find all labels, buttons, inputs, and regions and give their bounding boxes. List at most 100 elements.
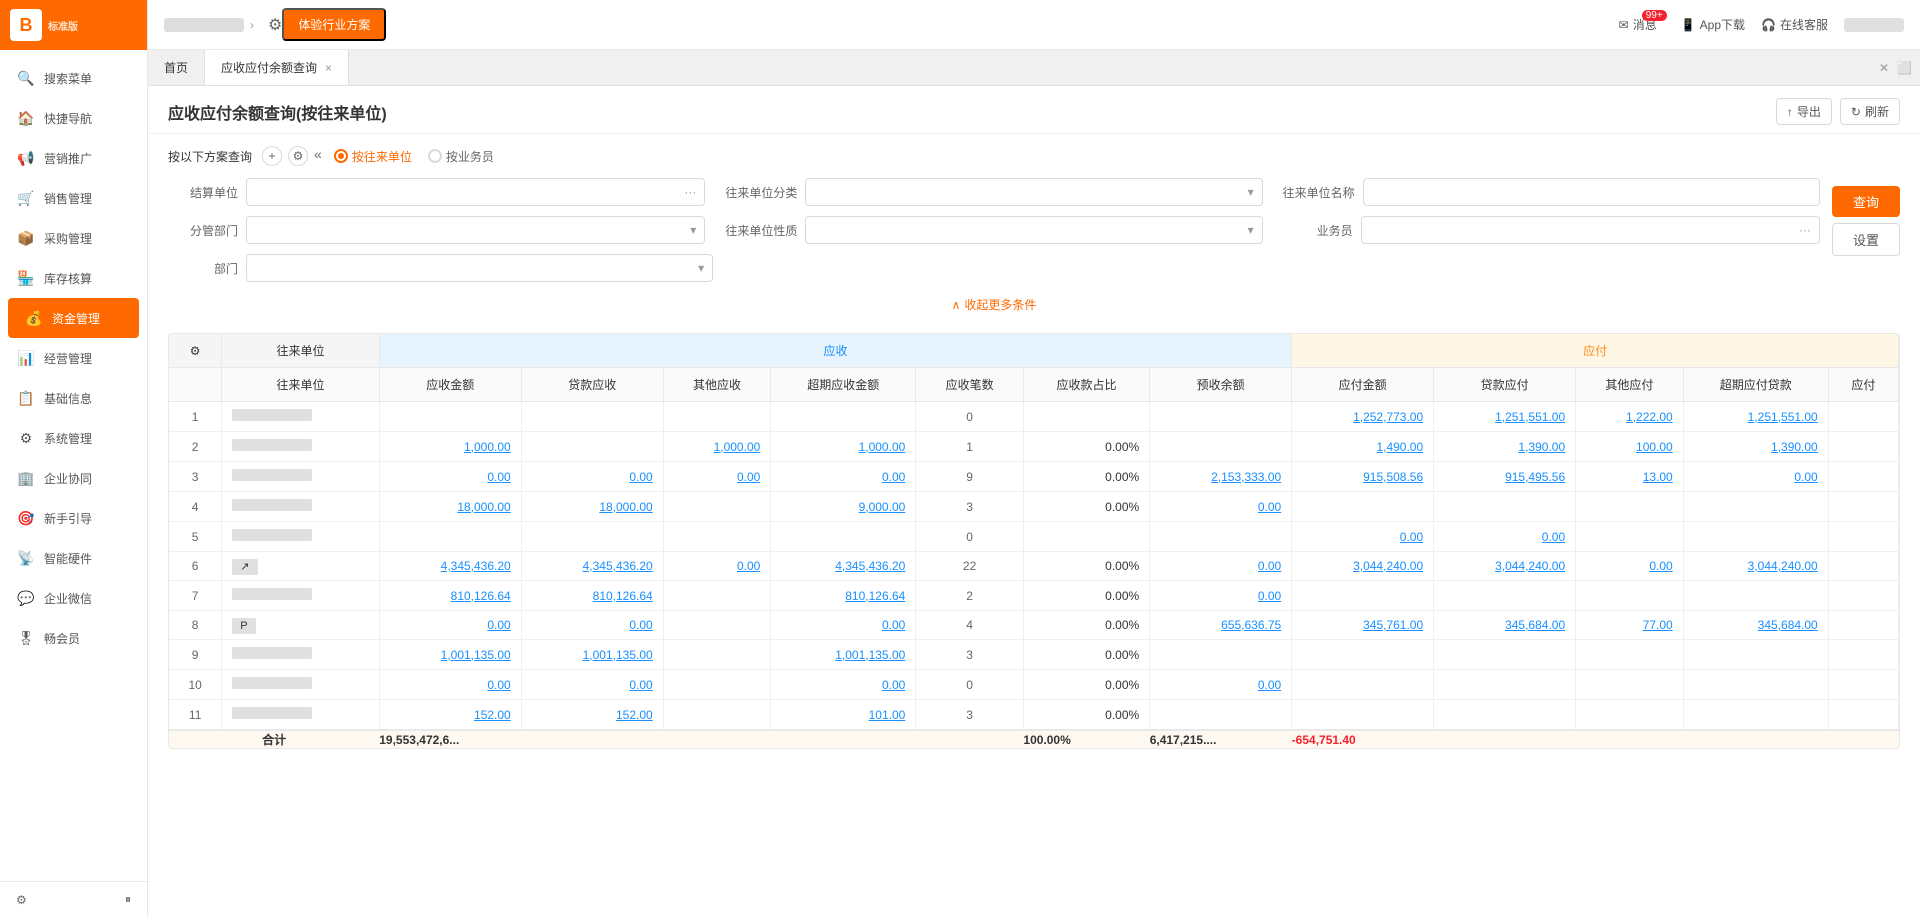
filter-area: 按以下方案查询 + ⚙ « 按往来单位 bbox=[148, 134, 1920, 333]
settings-col-header[interactable]: ⚙ bbox=[169, 334, 222, 368]
hardware-icon: 📡 bbox=[16, 548, 36, 568]
guide-icon: 🎯 bbox=[16, 508, 36, 528]
header-gear-icon[interactable]: ⚙ bbox=[268, 15, 282, 35]
data-table: ⚙ 往来单位 应收 应付 往来单位 应收金额 贷款应收 其他应收 超期应收金额 bbox=[169, 334, 1899, 748]
warehouse-icon: 🏪 bbox=[16, 268, 36, 288]
partner-header: 往来单位 bbox=[222, 368, 379, 402]
settlement-input[interactable]: ··· bbox=[246, 178, 705, 206]
total-ar-overdue bbox=[771, 730, 916, 748]
scheme-by-employee[interactable]: 按业务员 bbox=[428, 148, 494, 165]
wechat-icon: 💬 bbox=[16, 588, 36, 608]
partner-name-input[interactable] bbox=[1363, 178, 1820, 206]
message-button[interactable]: ✉ 消息 99+ bbox=[1619, 16, 1657, 33]
chevron-down-icon-3: ▾ bbox=[1248, 223, 1254, 237]
sidebar-item-wechat[interactable]: 💬 企业微信 bbox=[0, 578, 147, 618]
sales-icon: 🛒 bbox=[16, 188, 36, 208]
collapse-up-icon: ∧ bbox=[952, 298, 961, 312]
partner-col-header: 往来单位 bbox=[222, 334, 379, 368]
settings-icon[interactable]: ⚙ bbox=[16, 893, 27, 907]
page-actions: ↑ 导出 ↻ 刷新 bbox=[1776, 98, 1900, 125]
total-ap-amount: -654,751.40 bbox=[1292, 730, 1434, 748]
search-menu-icon: 🔍 bbox=[16, 68, 36, 88]
sidebar-item-warehouse[interactable]: 🏪 库存核算 bbox=[0, 258, 147, 298]
collapse-filter-button[interactable]: ∧ 收起更多条件 bbox=[168, 292, 1820, 321]
logo-text: 畅捷通爱 标准版 bbox=[48, 18, 78, 33]
dept-select[interactable]: ▾ bbox=[246, 254, 713, 282]
download-icon: 📱 bbox=[1681, 18, 1696, 32]
sidebar-item-system[interactable]: ⚙ 系统管理 bbox=[0, 418, 147, 458]
collapse-sidebar-icon[interactable]: ⏸ bbox=[125, 892, 131, 907]
filter-scheme-row: 按以下方案查询 + ⚙ « 按往来单位 bbox=[168, 146, 1820, 166]
add-scheme-button[interactable]: + bbox=[262, 146, 282, 166]
tab-home[interactable]: 首页 bbox=[148, 50, 205, 85]
chevron-down-icon-4: ▾ bbox=[698, 261, 704, 275]
sidebar-item-sales[interactable]: 🛒 销售管理 bbox=[0, 178, 147, 218]
table-footer: 合计 19,553,472,6... 100.00% 6,417,215....… bbox=[169, 730, 1899, 748]
table-area: ⚙ 往来单位 应收 应付 往来单位 应收金额 贷款应收 其他应收 超期应收金额 bbox=[148, 333, 1920, 769]
sidebar-item-search-menu[interactable]: 🔍 搜索菜单 bbox=[0, 58, 147, 98]
table-body: 101,252,773.001,251,551.001,222.001,251,… bbox=[169, 402, 1899, 731]
user-info[interactable] bbox=[1844, 18, 1904, 32]
dept-manager-select[interactable]: ▾ bbox=[246, 216, 705, 244]
sidebar-item-finance[interactable]: 💰 资金管理 bbox=[8, 298, 139, 338]
table-row: 418,000.0018,000.009,000.0030.00%0.00 bbox=[169, 492, 1899, 522]
tab-ar-ap[interactable]: 应收应付余额查询 × bbox=[205, 50, 349, 85]
partner-nature-select[interactable]: ▾ bbox=[805, 216, 1262, 244]
table-row: 8P0.000.000.0040.00%655,636.75345,761.00… bbox=[169, 611, 1899, 640]
ar-overdue-header: 超期应收金额 bbox=[771, 368, 916, 402]
sidebar-item-guide[interactable]: 🎯 新手引导 bbox=[0, 498, 147, 538]
logo-icon: B bbox=[10, 9, 42, 41]
group-header-row: ⚙ 往来单位 应收 应付 bbox=[169, 334, 1899, 368]
refresh-icon: ↻ bbox=[1851, 105, 1861, 119]
finance-icon: 💰 bbox=[24, 308, 44, 328]
tab-bar: 首页 应收应付余额查询 × ✕ ⬜ bbox=[148, 50, 1920, 86]
ap-other-header: 其他应付 bbox=[1576, 368, 1684, 402]
sidebar-item-marketing[interactable]: 📢 营销推广 bbox=[0, 138, 147, 178]
scheme-nav-icon[interactable]: « bbox=[314, 146, 322, 166]
table-wrapper: ⚙ 往来单位 应收 应付 往来单位 应收金额 贷款应收 其他应收 超期应收金额 bbox=[168, 333, 1900, 749]
set-button[interactable]: 设置 bbox=[1832, 223, 1900, 256]
column-header-row: 往来单位 应收金额 贷款应收 其他应收 超期应收金额 应收笔数 应收款占比 预收… bbox=[169, 368, 1899, 402]
sidebar-item-member[interactable]: 🎖 畅会员 bbox=[0, 618, 147, 658]
service-button[interactable]: 🎧 在线客服 bbox=[1761, 16, 1828, 33]
refresh-button[interactable]: ↻ 刷新 bbox=[1840, 98, 1900, 125]
page-content: 应收应付余额查询(按往来单位) ↑ 导出 ↻ 刷新 按以下方案查询 bbox=[148, 86, 1920, 917]
table-row: 100.000.000.0000.00%0.00 bbox=[169, 670, 1899, 700]
table-row: 6↗4,345,436.204,345,436.200.004,345,436.… bbox=[169, 552, 1899, 581]
sidebar-logo: B 畅捷通爱 标准版 bbox=[0, 0, 147, 50]
tab-close-window-icon[interactable]: ✕ bbox=[1879, 61, 1889, 75]
sidebar-footer: ⚙ ⏸ bbox=[0, 881, 147, 917]
sidebar-item-enterprise[interactable]: 🏢 企业协同 bbox=[0, 458, 147, 498]
operation-icon: 📊 bbox=[16, 348, 36, 368]
sidebar-item-operation[interactable]: 📊 经营管理 bbox=[0, 338, 147, 378]
system-icon: ⚙ bbox=[16, 428, 36, 448]
sidebar-item-quick-nav[interactable]: 🏠 快捷导航 bbox=[0, 98, 147, 138]
radio-dot-employee bbox=[428, 149, 442, 163]
filter-partner-category: 往来单位分类 ▾ bbox=[725, 178, 1262, 206]
employee-dots-icon: ··· bbox=[1799, 223, 1811, 237]
purchase-icon: 📦 bbox=[16, 228, 36, 248]
settlement-dots-icon: ··· bbox=[684, 185, 696, 199]
sidebar-item-purchase[interactable]: 📦 采购管理 bbox=[0, 218, 147, 258]
query-button[interactable]: 查询 bbox=[1832, 186, 1900, 217]
tab-close-icon[interactable]: × bbox=[325, 61, 332, 75]
partner-category-select[interactable]: ▾ bbox=[805, 178, 1262, 206]
export-button[interactable]: ↑ 导出 bbox=[1776, 98, 1832, 125]
table-row: 7810,126.64810,126.64810,126.6420.00%0.0… bbox=[169, 581, 1899, 611]
edit-scheme-button[interactable]: ⚙ bbox=[288, 146, 308, 166]
total-row: 合计 19,553,472,6... 100.00% 6,417,215....… bbox=[169, 730, 1899, 748]
promo-button[interactable]: 体验行业方案 bbox=[282, 8, 386, 41]
sidebar-item-hardware[interactable]: 📡 智能硬件 bbox=[0, 538, 147, 578]
tab-maximize-icon[interactable]: ⬜ bbox=[1897, 61, 1912, 75]
download-button[interactable]: 📱 App下载 bbox=[1681, 16, 1745, 33]
sidebar-item-base-info[interactable]: 📋 基础信息 bbox=[0, 378, 147, 418]
ar-prepay-header: 预收余额 bbox=[1150, 368, 1292, 402]
ap-amount-header: 应付金额 bbox=[1292, 368, 1434, 402]
table-row: 21,000.001,000.001,000.0010.00%1,490.001… bbox=[169, 432, 1899, 462]
scheme-list: 按往来单位 按业务员 bbox=[334, 148, 494, 165]
chevron-down-icon: ▾ bbox=[1248, 185, 1254, 199]
enterprise-icon: 🏢 bbox=[16, 468, 36, 488]
employee-input[interactable]: ··· bbox=[1361, 216, 1820, 244]
scheme-by-partner[interactable]: 按往来单位 bbox=[334, 148, 412, 165]
sidebar-nav: 🔍 搜索菜单 🏠 快捷导航 📢 营销推广 🛒 销售管理 📦 采购管理 🏪 库存核… bbox=[0, 50, 147, 881]
